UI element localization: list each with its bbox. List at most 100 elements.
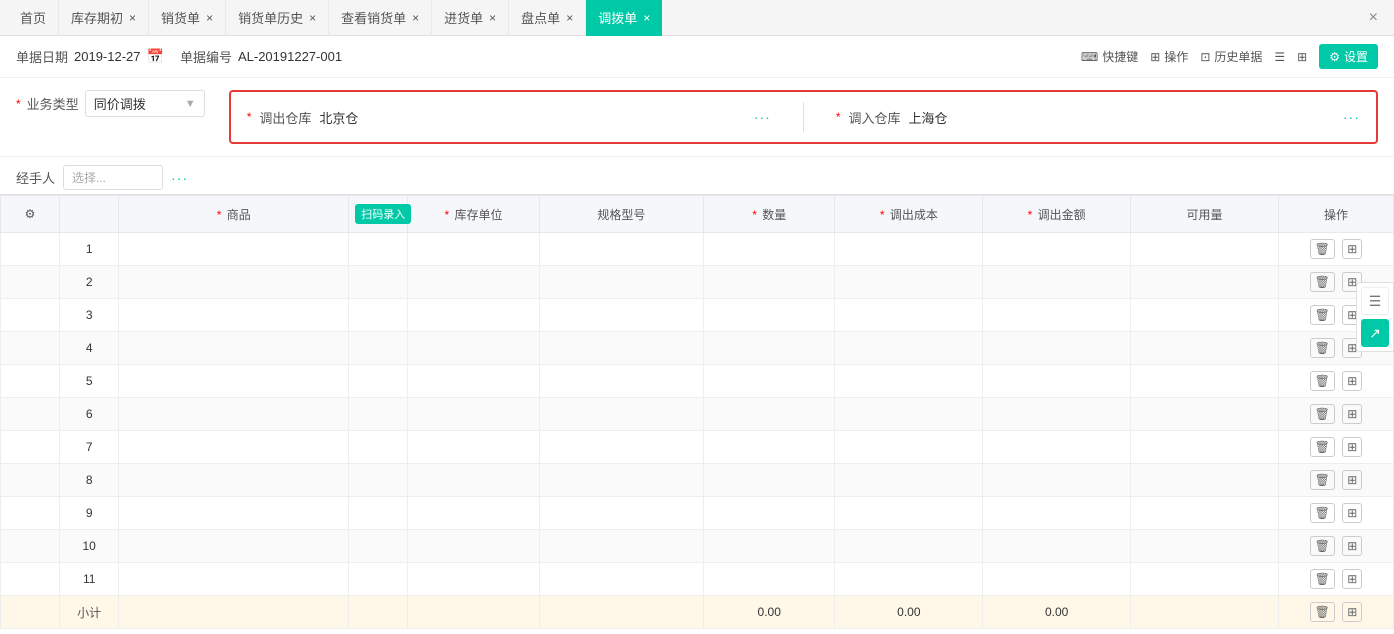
row-product-4[interactable]: [119, 332, 349, 365]
row-product-1[interactable]: [119, 233, 349, 266]
copy-btn-5[interactable]: ⊞: [1342, 371, 1362, 391]
delete-btn-5[interactable]: 🗑: [1310, 371, 1335, 391]
row-amount-1[interactable]: [983, 233, 1131, 266]
tab-close-purchase[interactable]: ×: [489, 11, 496, 25]
row-qty-11[interactable]: [704, 563, 835, 596]
scan-button[interactable]: 扫码录入: [355, 204, 411, 224]
row-cost-10[interactable]: [835, 530, 983, 563]
row-unit-7[interactable]: [408, 431, 539, 464]
copy-btn-8[interactable]: ⊞: [1342, 470, 1362, 490]
tab-transfer[interactable]: 调拨单 ×: [586, 0, 662, 36]
row-qty-3[interactable]: [704, 299, 835, 332]
tab-home[interactable]: 首页: [8, 0, 59, 36]
tab-close-sales-history[interactable]: ×: [309, 11, 316, 25]
delete-btn-9[interactable]: 🗑: [1310, 503, 1335, 523]
row-qty-6[interactable]: [704, 398, 835, 431]
handler-more[interactable]: ···: [171, 170, 188, 186]
right-panel-export-btn[interactable]: ↗: [1361, 319, 1389, 347]
row-product-11[interactable]: [119, 563, 349, 596]
row-cost-9[interactable]: [835, 497, 983, 530]
settings-button[interactable]: ⚙ 设置: [1319, 44, 1378, 69]
row-amount-5[interactable]: [983, 365, 1131, 398]
row-amount-9[interactable]: [983, 497, 1131, 530]
row-unit-10[interactable]: [408, 530, 539, 563]
right-panel-list-btn[interactable]: ☰: [1361, 287, 1389, 315]
layout-list-button[interactable]: ☰: [1274, 50, 1285, 64]
row-cost-8[interactable]: [835, 464, 983, 497]
row-amount-11[interactable]: [983, 563, 1131, 596]
col-gear[interactable]: ⚙: [1, 196, 60, 233]
row-qty-4[interactable]: [704, 332, 835, 365]
tab-close-transfer[interactable]: ×: [643, 11, 650, 25]
copy-btn-10[interactable]: ⊞: [1342, 536, 1362, 556]
delete-btn-4[interactable]: 🗑: [1310, 338, 1335, 358]
handler-select[interactable]: 选择...: [63, 165, 163, 190]
calendar-icon[interactable]: 📅: [147, 48, 164, 65]
row-cost-6[interactable]: [835, 398, 983, 431]
row-cost-11[interactable]: [835, 563, 983, 596]
delete-btn-10[interactable]: 🗑: [1310, 536, 1335, 556]
row-unit-5[interactable]: [408, 365, 539, 398]
delete-btn-11[interactable]: 🗑: [1310, 569, 1335, 589]
tab-purchase[interactable]: 进货单 ×: [432, 0, 509, 36]
row-unit-6[interactable]: [408, 398, 539, 431]
row-amount-10[interactable]: [983, 530, 1131, 563]
delete-btn-2[interactable]: 🗑: [1310, 272, 1335, 292]
row-cost-4[interactable]: [835, 332, 983, 365]
row-cost-3[interactable]: [835, 299, 983, 332]
delete-btn-sub[interactable]: 🗑: [1310, 602, 1335, 622]
copy-btn-11[interactable]: ⊞: [1342, 569, 1362, 589]
row-qty-1[interactable]: [704, 233, 835, 266]
row-unit-9[interactable]: [408, 497, 539, 530]
row-amount-7[interactable]: [983, 431, 1131, 464]
layout-grid-button[interactable]: ⊞: [1297, 50, 1307, 64]
copy-btn-7[interactable]: ⊞: [1342, 437, 1362, 457]
ops-button[interactable]: ⊞ 操作: [1150, 48, 1188, 65]
warehouse-in-more[interactable]: ···: [1343, 109, 1360, 125]
business-type-select[interactable]: 同价调拨 ▼: [85, 90, 205, 117]
row-product-8[interactable]: [119, 464, 349, 497]
row-unit-8[interactable]: [408, 464, 539, 497]
row-amount-2[interactable]: [983, 266, 1131, 299]
row-amount-3[interactable]: [983, 299, 1131, 332]
tab-close-inventory-init[interactable]: ×: [129, 11, 136, 25]
row-product-5[interactable]: [119, 365, 349, 398]
row-qty-9[interactable]: [704, 497, 835, 530]
row-unit-1[interactable]: [408, 233, 539, 266]
row-qty-5[interactable]: [704, 365, 835, 398]
row-product-9[interactable]: [119, 497, 349, 530]
row-product-10[interactable]: [119, 530, 349, 563]
row-unit-4[interactable]: [408, 332, 539, 365]
row-unit-11[interactable]: [408, 563, 539, 596]
row-product-3[interactable]: [119, 299, 349, 332]
delete-btn-1[interactable]: 🗑: [1310, 239, 1335, 259]
copy-btn-sub[interactable]: ⊞: [1342, 602, 1362, 622]
copy-btn-6[interactable]: ⊞: [1342, 404, 1362, 424]
row-amount-8[interactable]: [983, 464, 1131, 497]
copy-btn-9[interactable]: ⊞: [1342, 503, 1362, 523]
tab-close-view-sales[interactable]: ×: [412, 11, 419, 25]
row-cost-2[interactable]: [835, 266, 983, 299]
row-cost-1[interactable]: [835, 233, 983, 266]
shortcut-button[interactable]: ⌨ 快捷键: [1081, 48, 1138, 65]
window-close-button[interactable]: ×: [1361, 9, 1386, 27]
tab-close-sales-order[interactable]: ×: [206, 11, 213, 25]
tab-sales-order[interactable]: 销货单 ×: [149, 0, 226, 36]
tab-view-sales[interactable]: 查看销货单 ×: [329, 0, 432, 36]
tab-sales-history[interactable]: 销货单历史 ×: [226, 0, 329, 36]
delete-btn-6[interactable]: 🗑: [1310, 404, 1335, 424]
row-qty-7[interactable]: [704, 431, 835, 464]
row-amount-6[interactable]: [983, 398, 1131, 431]
history-button[interactable]: ⊡ 历史单据: [1200, 48, 1262, 65]
row-qty-10[interactable]: [704, 530, 835, 563]
row-product-2[interactable]: [119, 266, 349, 299]
tab-close-stocktake[interactable]: ×: [566, 11, 573, 25]
row-qty-8[interactable]: [704, 464, 835, 497]
row-unit-2[interactable]: [408, 266, 539, 299]
tab-stocktake[interactable]: 盘点单 ×: [509, 0, 586, 36]
warehouse-out-more[interactable]: ···: [754, 109, 771, 125]
tab-inventory-init[interactable]: 库存期初 ×: [59, 0, 149, 36]
row-unit-3[interactable]: [408, 299, 539, 332]
row-amount-4[interactable]: [983, 332, 1131, 365]
delete-btn-3[interactable]: 🗑: [1310, 305, 1335, 325]
